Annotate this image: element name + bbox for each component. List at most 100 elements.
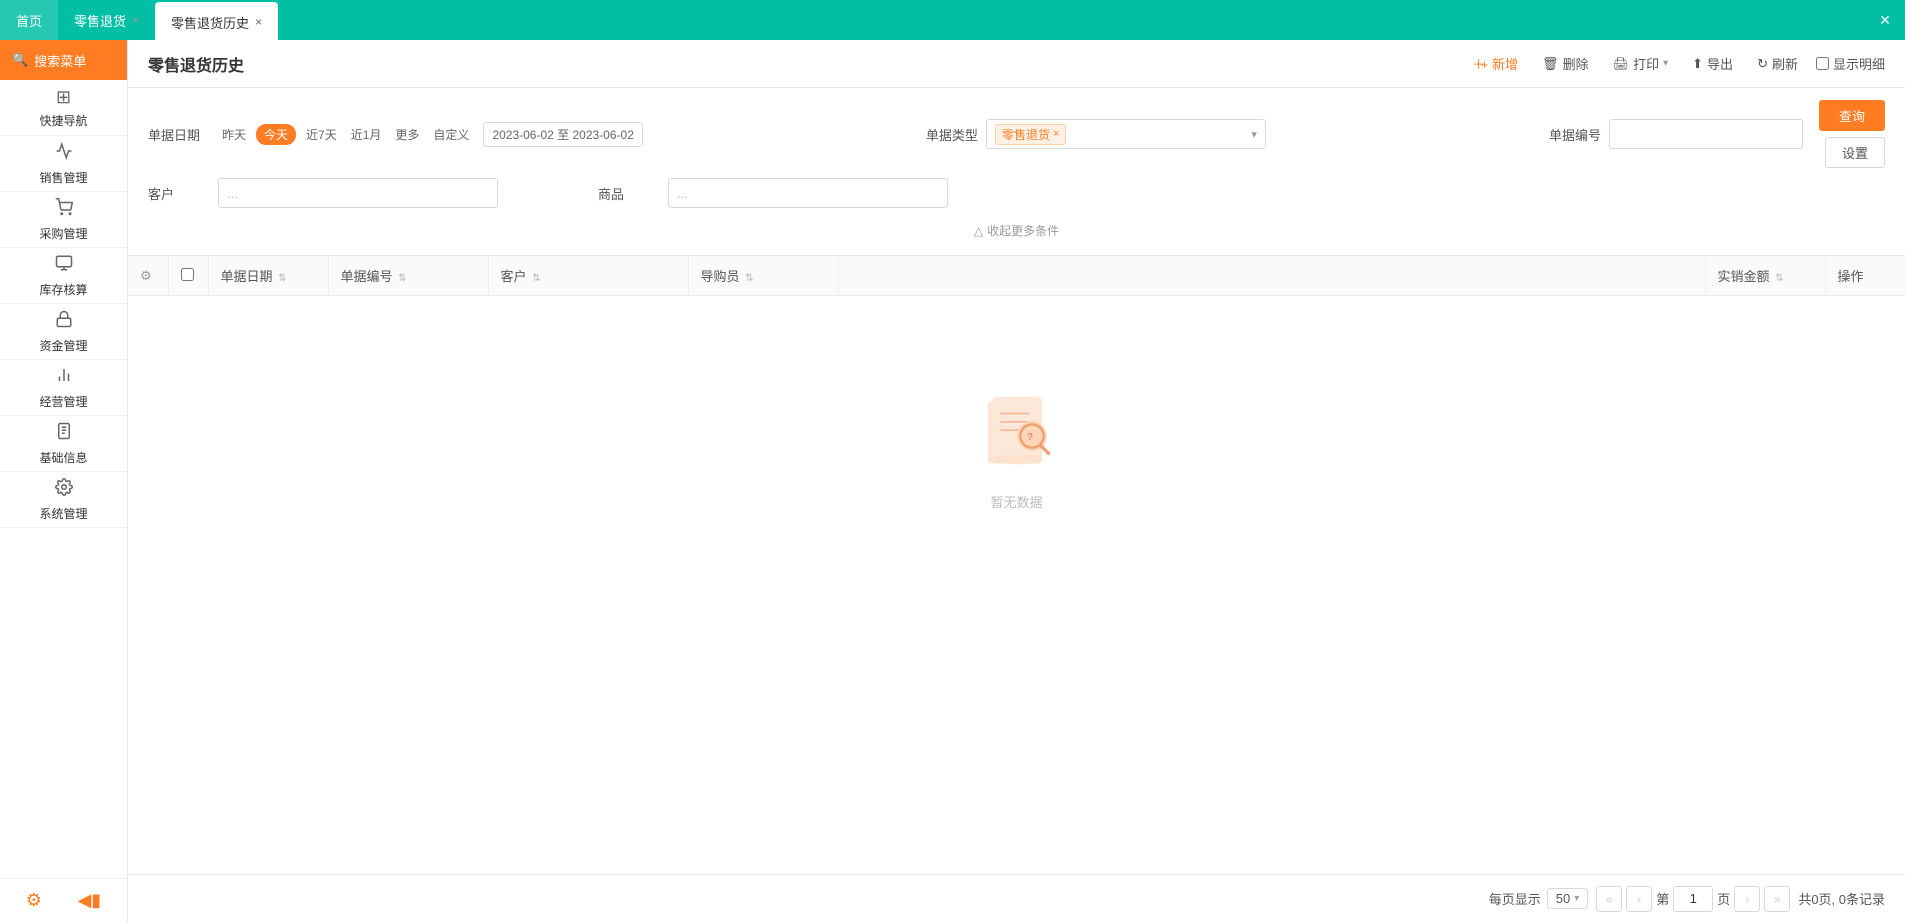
col-customer-header[interactable]: 客户 ⇅ [488,256,688,296]
page-size-dropdown[interactable]: 50 ▾ [1547,888,1589,909]
sidebar-item-inventory[interactable]: 库存核算 [0,248,127,304]
main-layout: 🔍 搜索菜单 ⊞ 快捷导航 销售管理 采购管理 库存核算 [0,40,1905,922]
page-nav: « ‹ 第 页 › » [1596,886,1790,912]
select-all-checkbox[interactable] [181,268,194,281]
collapse-up-icon: △ [974,224,983,238]
collapse-row: △ 收起更多条件 [148,218,1885,243]
date-opt-custom[interactable]: 自定义 [429,124,473,145]
sidebar-item-basic-info[interactable]: 基础信息 [0,416,127,472]
settings-icon: ⚙ [140,268,152,283]
tab-retail-return-history-close[interactable]: × [255,15,262,29]
goods-filter-label: 商品 [598,184,668,203]
show-detail-checkbox[interactable] [1816,57,1829,70]
finance-icon [55,310,73,333]
sidebar-settings-btn[interactable]: ⚙ [26,890,42,911]
filter-settings-button[interactable]: 设置 [1825,137,1885,168]
page-size-value: 50 [1556,891,1570,906]
print-button[interactable]: 🖨 打印 ▾ [1607,50,1675,77]
page-title: 零售退货历史 [148,52,244,76]
filter-area: 单据日期 昨天 今天 近7天 近1月 更多 自定义 2023-06-02 至 2… [128,88,1905,256]
date-opt-last7[interactable]: 近7天 [302,124,341,145]
sidebar-collapse-btn[interactable]: ◀▮ [77,890,101,911]
sidebar: 🔍 搜索菜单 ⊞ 快捷导航 销售管理 采购管理 库存核算 [0,40,128,922]
table-container: ⚙ 单据日期 ⇅ 单据编号 ⇅ [128,256,1905,874]
print-icon: 🖨 [1613,56,1630,72]
window-close-button[interactable]: × [1865,0,1905,40]
date-opt-last1m[interactable]: 近1月 [347,124,386,145]
show-detail-checkbox-label[interactable]: 显示明细 [1816,54,1885,73]
page-last-button[interactable]: » [1764,886,1790,912]
page-total: 共0页, 0条记录 [1798,889,1885,908]
quick-nav-icon: ⊞ [56,87,71,108]
date-options: 昨天 今天 近7天 近1月 更多 自定义 [218,124,473,145]
doc-type-tag-remove[interactable]: × [1053,128,1059,140]
goods-input[interactable]: ... [668,178,948,208]
tab-retail-return[interactable]: 零售退货 × [58,0,155,40]
sidebar-search[interactable]: 🔍 搜索菜单 [0,40,127,80]
date-opt-yesterday[interactable]: 昨天 [218,124,250,145]
delete-icon: 🗑 [1542,56,1559,72]
customer-filter-label: 客户 [148,184,218,203]
amount-sort-icon: ⇅ [1775,273,1783,284]
empty-text: 暂无数据 [990,492,1042,511]
col-guide-header[interactable]: 导购员 ⇅ [688,256,838,296]
sidebar-item-finance[interactable]: 资金管理 [0,304,127,360]
search-icon: 🔍 [12,52,28,68]
col-sn-header[interactable]: 单据编号 ⇅ [328,256,488,296]
tab-retail-return-close[interactable]: × [132,13,139,27]
data-table: ⚙ 单据日期 ⇅ 单据编号 ⇅ [128,256,1905,296]
sidebar-item-operations[interactable]: 经营管理 [0,360,127,416]
query-buttons: 查询 设置 [1819,100,1885,168]
date-opt-more[interactable]: 更多 [391,124,423,145]
page-next-button[interactable]: › [1734,886,1760,912]
query-button[interactable]: 查询 [1819,100,1885,131]
date-sort-icon: ⇅ [278,273,286,284]
col-checkbox[interactable] [168,256,208,296]
page-size-select: 每页显示 50 ▾ [1489,888,1589,909]
tab-list: 首页 零售退货 × 零售退货历史 × [0,0,1865,40]
doc-type-tag: 零售退货 × [995,124,1066,145]
col-action-header: 操作 [1825,256,1905,296]
toolbar: ＋ + 新增 🗑 删除 🖨 打印 ▾ ⬆ 导出 ↻ [1466,50,1885,77]
page-size-chevron-icon: ▾ [1574,893,1579,904]
svg-text:?: ? [1027,432,1033,443]
col-date-header[interactable]: 单据日期 ⇅ [208,256,328,296]
empty-icon: ? [967,376,1067,476]
date-opt-today[interactable]: 今天 [256,124,296,145]
filter-row-1: 单据日期 昨天 今天 近7天 近1月 更多 自定义 2023-06-02 至 2… [148,100,1885,168]
page-first-button[interactable]: « [1596,886,1622,912]
export-button[interactable]: ⬆ 导出 [1686,50,1739,77]
customer-input[interactable]: ... [218,178,498,208]
doc-type-filter-label: 单据类型 [926,125,978,144]
sidebar-item-quick-nav[interactable]: ⊞ 快捷导航 [0,80,127,136]
doc-type-select[interactable]: 零售退货 × ▾ [986,119,1266,149]
tab-retail-return-history[interactable]: 零售退货历史 × [155,2,278,42]
col-spacer-header [838,256,1705,296]
refresh-button[interactable]: ↻ 刷新 [1751,50,1804,77]
sidebar-item-system-mgmt[interactable]: 系统管理 [0,472,127,528]
date-range-input[interactable]: 2023-06-02 至 2023-06-02 [483,122,642,147]
page-input[interactable] [1673,886,1713,912]
delete-button[interactable]: 🗑 删除 [1536,50,1595,77]
doc-no-input[interactable] [1609,119,1803,149]
print-chevron-icon: ▾ [1663,58,1668,69]
inventory-icon [55,254,73,277]
page-prev-button[interactable]: ‹ [1626,886,1652,912]
sidebar-item-purchase-mgmt[interactable]: 采购管理 [0,192,127,248]
top-bar: 首页 零售退货 × 零售退货历史 × × [0,0,1905,40]
empty-state: ? 暂无数据 [128,296,1905,591]
collapse-more-button[interactable]: △ 收起更多条件 [970,218,1063,243]
sales-icon [55,142,73,165]
pagination-bar: 每页显示 50 ▾ « ‹ 第 页 › » 共0页, 0条记录 [128,874,1905,922]
col-amount-header[interactable]: 实销金额 ⇅ [1705,256,1825,296]
doc-type-chevron-icon: ▾ [1251,128,1257,141]
guide-sort-icon: ⇅ [745,273,753,284]
content-area: 零售退货历史 ＋ + 新增 🗑 删除 🖨 打印 ▾ ⬆ 导出 [128,40,1905,922]
new-button[interactable]: ＋ + 新增 [1466,50,1524,77]
system-mgmt-icon [55,478,73,501]
page-label: 第 [1656,889,1669,908]
tab-home[interactable]: 首页 [0,0,58,40]
sn-sort-icon: ⇅ [398,273,406,284]
col-settings[interactable]: ⚙ [128,256,168,296]
sidebar-item-sales-mgmt[interactable]: 销售管理 [0,136,127,192]
